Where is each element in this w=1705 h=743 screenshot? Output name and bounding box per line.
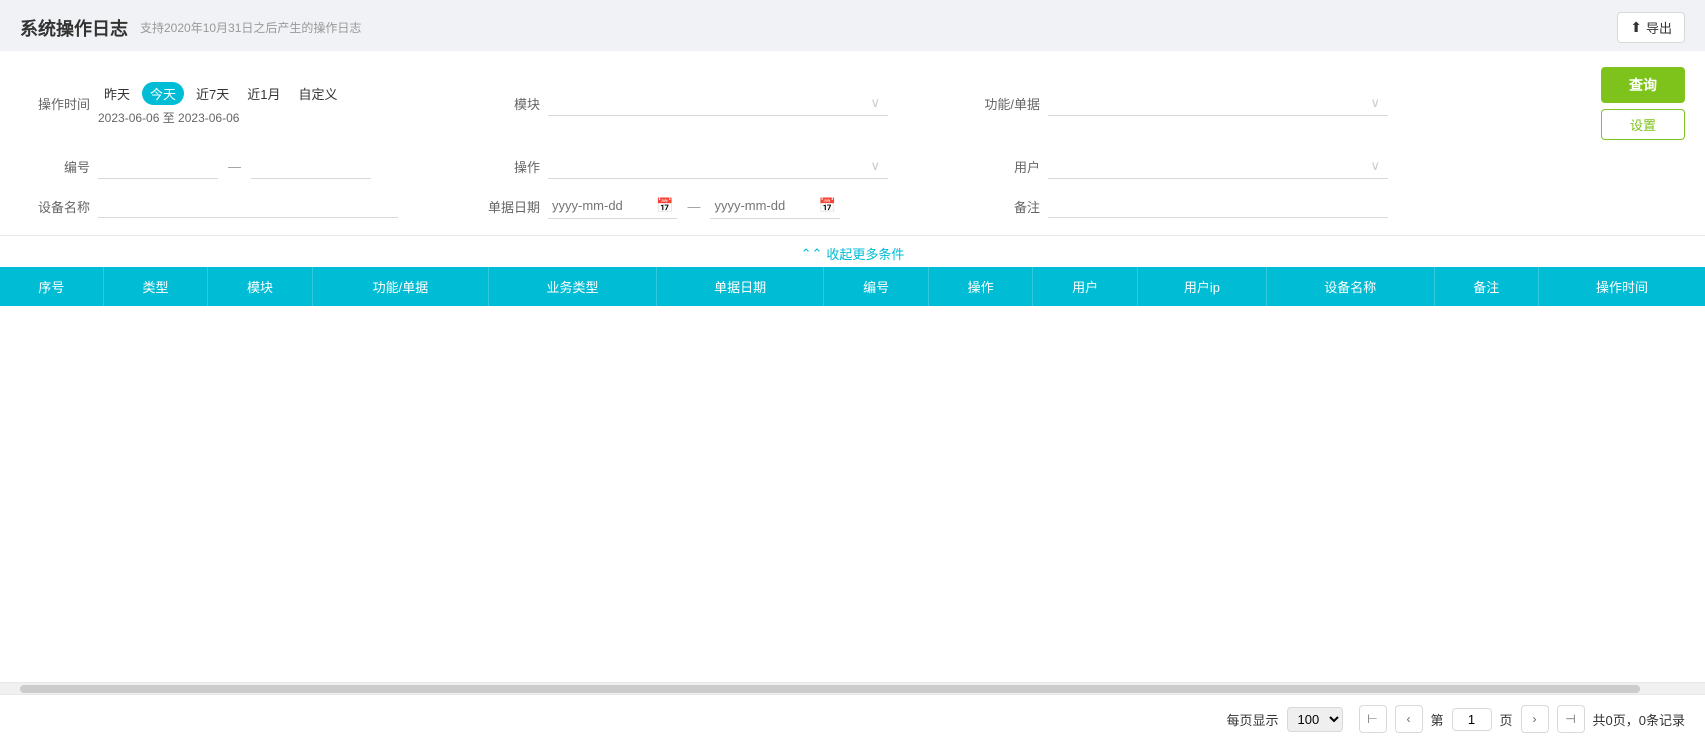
docdate-end-input[interactable] [714, 198, 814, 213]
number-filter-section: 编号 — [20, 155, 470, 179]
number-dash: — [228, 159, 241, 174]
table-col-单据日期: 单据日期 [656, 267, 824, 306]
number-input-end[interactable] [251, 155, 371, 179]
function-filter-section: 功能/单据 ∨ [970, 91, 1581, 116]
table-header-row: 序号类型模块功能/单据业务类型单据日期编号操作用户用户ip设备名称备注操作时间 [0, 267, 1705, 306]
export-icon: ⬆ [1630, 19, 1642, 36]
total-info: 共0页，0条记录 [1593, 710, 1685, 729]
user-label: 用户 [970, 157, 1040, 176]
operation-select[interactable]: ∨ [548, 154, 888, 179]
collapse-chevron-icon: ⌃⌃ [801, 246, 823, 262]
table-col-用户: 用户 [1033, 267, 1137, 306]
calendar-start-icon[interactable]: 📅 [656, 197, 673, 214]
table-col-序号: 序号 [0, 267, 103, 306]
scrollbar-thumb[interactable] [20, 685, 1640, 693]
remark-filter-section: 备注 [970, 194, 1565, 218]
query-button[interactable]: 查询 [1601, 67, 1685, 103]
data-table: 序号类型模块功能/单据业务类型单据日期编号操作用户用户ip设备名称备注操作时间 [0, 267, 1705, 306]
function-select[interactable]: ∨ [1048, 91, 1388, 116]
filter-row-3: 设备名称 单据日期 📅 — 📅 备注 [20, 193, 1685, 219]
filter-row-1: 操作时间 昨天 今天 近7天 近1月 自定义 2023-06-06 至 2023… [20, 67, 1685, 140]
time-filter-group: 昨天 今天 近7天 近1月 自定义 2023-06-06 至 2023-06-0… [98, 82, 344, 126]
time-buttons: 昨天 今天 近7天 近1月 自定义 [98, 82, 344, 105]
module-chevron-icon: ∨ [870, 95, 880, 111]
table-col-操作: 操作 [928, 267, 1032, 306]
calendar-end-icon[interactable]: 📅 [818, 197, 835, 214]
remark-input[interactable] [1048, 194, 1388, 218]
collapse-row: ⌃⌃ 收起更多条件 [0, 236, 1705, 267]
operation-filter-section: 操作 ∨ [470, 154, 970, 179]
function-chevron-icon: ∨ [1370, 95, 1380, 111]
filter-row-2: 编号 — 操作 ∨ 用户 ∨ [20, 154, 1685, 179]
export-label: 导出 [1646, 18, 1672, 37]
next-page-button[interactable]: › [1521, 705, 1549, 733]
collapse-button[interactable]: ⌃⌃ 收起更多条件 [801, 244, 905, 263]
time-btn-today[interactable]: 今天 [142, 82, 184, 105]
action-buttons: 查询 设置 [1601, 67, 1685, 140]
date-dash: — [687, 199, 700, 214]
table-header: 序号类型模块功能/单据业务类型单据日期编号操作用户用户ip设备名称备注操作时间 [0, 267, 1705, 306]
time-label: 操作时间 [20, 94, 90, 113]
operation-label: 操作 [470, 157, 540, 176]
page-label: 第 [1431, 710, 1444, 729]
module-select[interactable]: ∨ [548, 91, 888, 116]
table-col-功能/单据: 功能/单据 [312, 267, 488, 306]
page-unit: 页 [1500, 710, 1513, 729]
operation-chevron-icon: ∨ [870, 158, 880, 174]
time-range: 2023-06-06 至 2023-06-06 [98, 109, 344, 126]
time-btn-7days[interactable]: 近7天 [190, 82, 235, 105]
docdate-start-input[interactable] [552, 198, 652, 213]
module-label: 模块 [470, 94, 540, 113]
export-button[interactable]: ⬆ 导出 [1617, 12, 1685, 43]
device-input[interactable] [98, 194, 398, 218]
page-input[interactable] [1452, 708, 1492, 731]
time-btn-yesterday[interactable]: 昨天 [98, 82, 136, 105]
docdate-filter-section: 单据日期 📅 — 📅 [470, 193, 970, 219]
first-page-button[interactable]: ⊢ [1359, 705, 1387, 733]
number-input-start[interactable] [98, 155, 218, 179]
pagination-area: 每页显示 100 50 200 ⊢ ‹ 第 页 › ⊣ 共0页，0条记录 [0, 694, 1705, 743]
device-filter-section: 设备名称 [20, 194, 470, 218]
device-label: 设备名称 [20, 197, 90, 216]
user-select[interactable]: ∨ [1048, 154, 1388, 179]
table-col-用户ip: 用户ip [1137, 267, 1266, 306]
table-col-编号: 编号 [824, 267, 928, 306]
table-col-设备名称: 设备名称 [1266, 267, 1434, 306]
table-col-操作时间: 操作时间 [1539, 267, 1705, 306]
number-label: 编号 [20, 157, 90, 176]
time-filter-section: 操作时间 昨天 今天 近7天 近1月 自定义 2023-06-06 至 2023… [20, 82, 470, 126]
user-chevron-icon: ∨ [1370, 158, 1380, 174]
filter-area: 操作时间 昨天 今天 近7天 近1月 自定义 2023-06-06 至 2023… [0, 51, 1705, 236]
collapse-label: 收起更多条件 [826, 244, 904, 263]
page-subtitle: 支持2020年10月31日之后产生的操作日志 [140, 19, 361, 36]
time-btn-1month[interactable]: 近1月 [241, 82, 286, 105]
page-title: 系统操作日志 [20, 15, 128, 41]
scrollbar-area[interactable] [0, 682, 1705, 694]
page-header: 系统操作日志 支持2020年10月31日之后产生的操作日志 ⬆ 导出 [0, 0, 1705, 51]
settings-button[interactable]: 设置 [1601, 109, 1685, 140]
table-col-备注: 备注 [1434, 267, 1538, 306]
prev-page-button[interactable]: ‹ [1395, 705, 1423, 733]
docdate-label: 单据日期 [470, 197, 540, 216]
docdate-end-wrap: 📅 [710, 193, 839, 219]
docdate-start-wrap: 📅 [548, 193, 677, 219]
table-wrapper: 序号类型模块功能/单据业务类型单据日期编号操作用户用户ip设备名称备注操作时间 [0, 267, 1705, 682]
function-label: 功能/单据 [970, 94, 1040, 113]
remark-label: 备注 [970, 197, 1040, 216]
table-col-模块: 模块 [208, 267, 312, 306]
per-page-label: 每页显示 [1226, 710, 1278, 729]
per-page-select[interactable]: 100 50 200 [1287, 707, 1343, 732]
user-filter-section: 用户 ∨ [970, 154, 1565, 179]
table-col-业务类型: 业务类型 [489, 267, 657, 306]
table-col-类型: 类型 [103, 267, 207, 306]
last-page-button[interactable]: ⊣ [1557, 705, 1585, 733]
time-btn-custom[interactable]: 自定义 [293, 82, 344, 105]
module-filter-section: 模块 ∨ [470, 91, 970, 116]
